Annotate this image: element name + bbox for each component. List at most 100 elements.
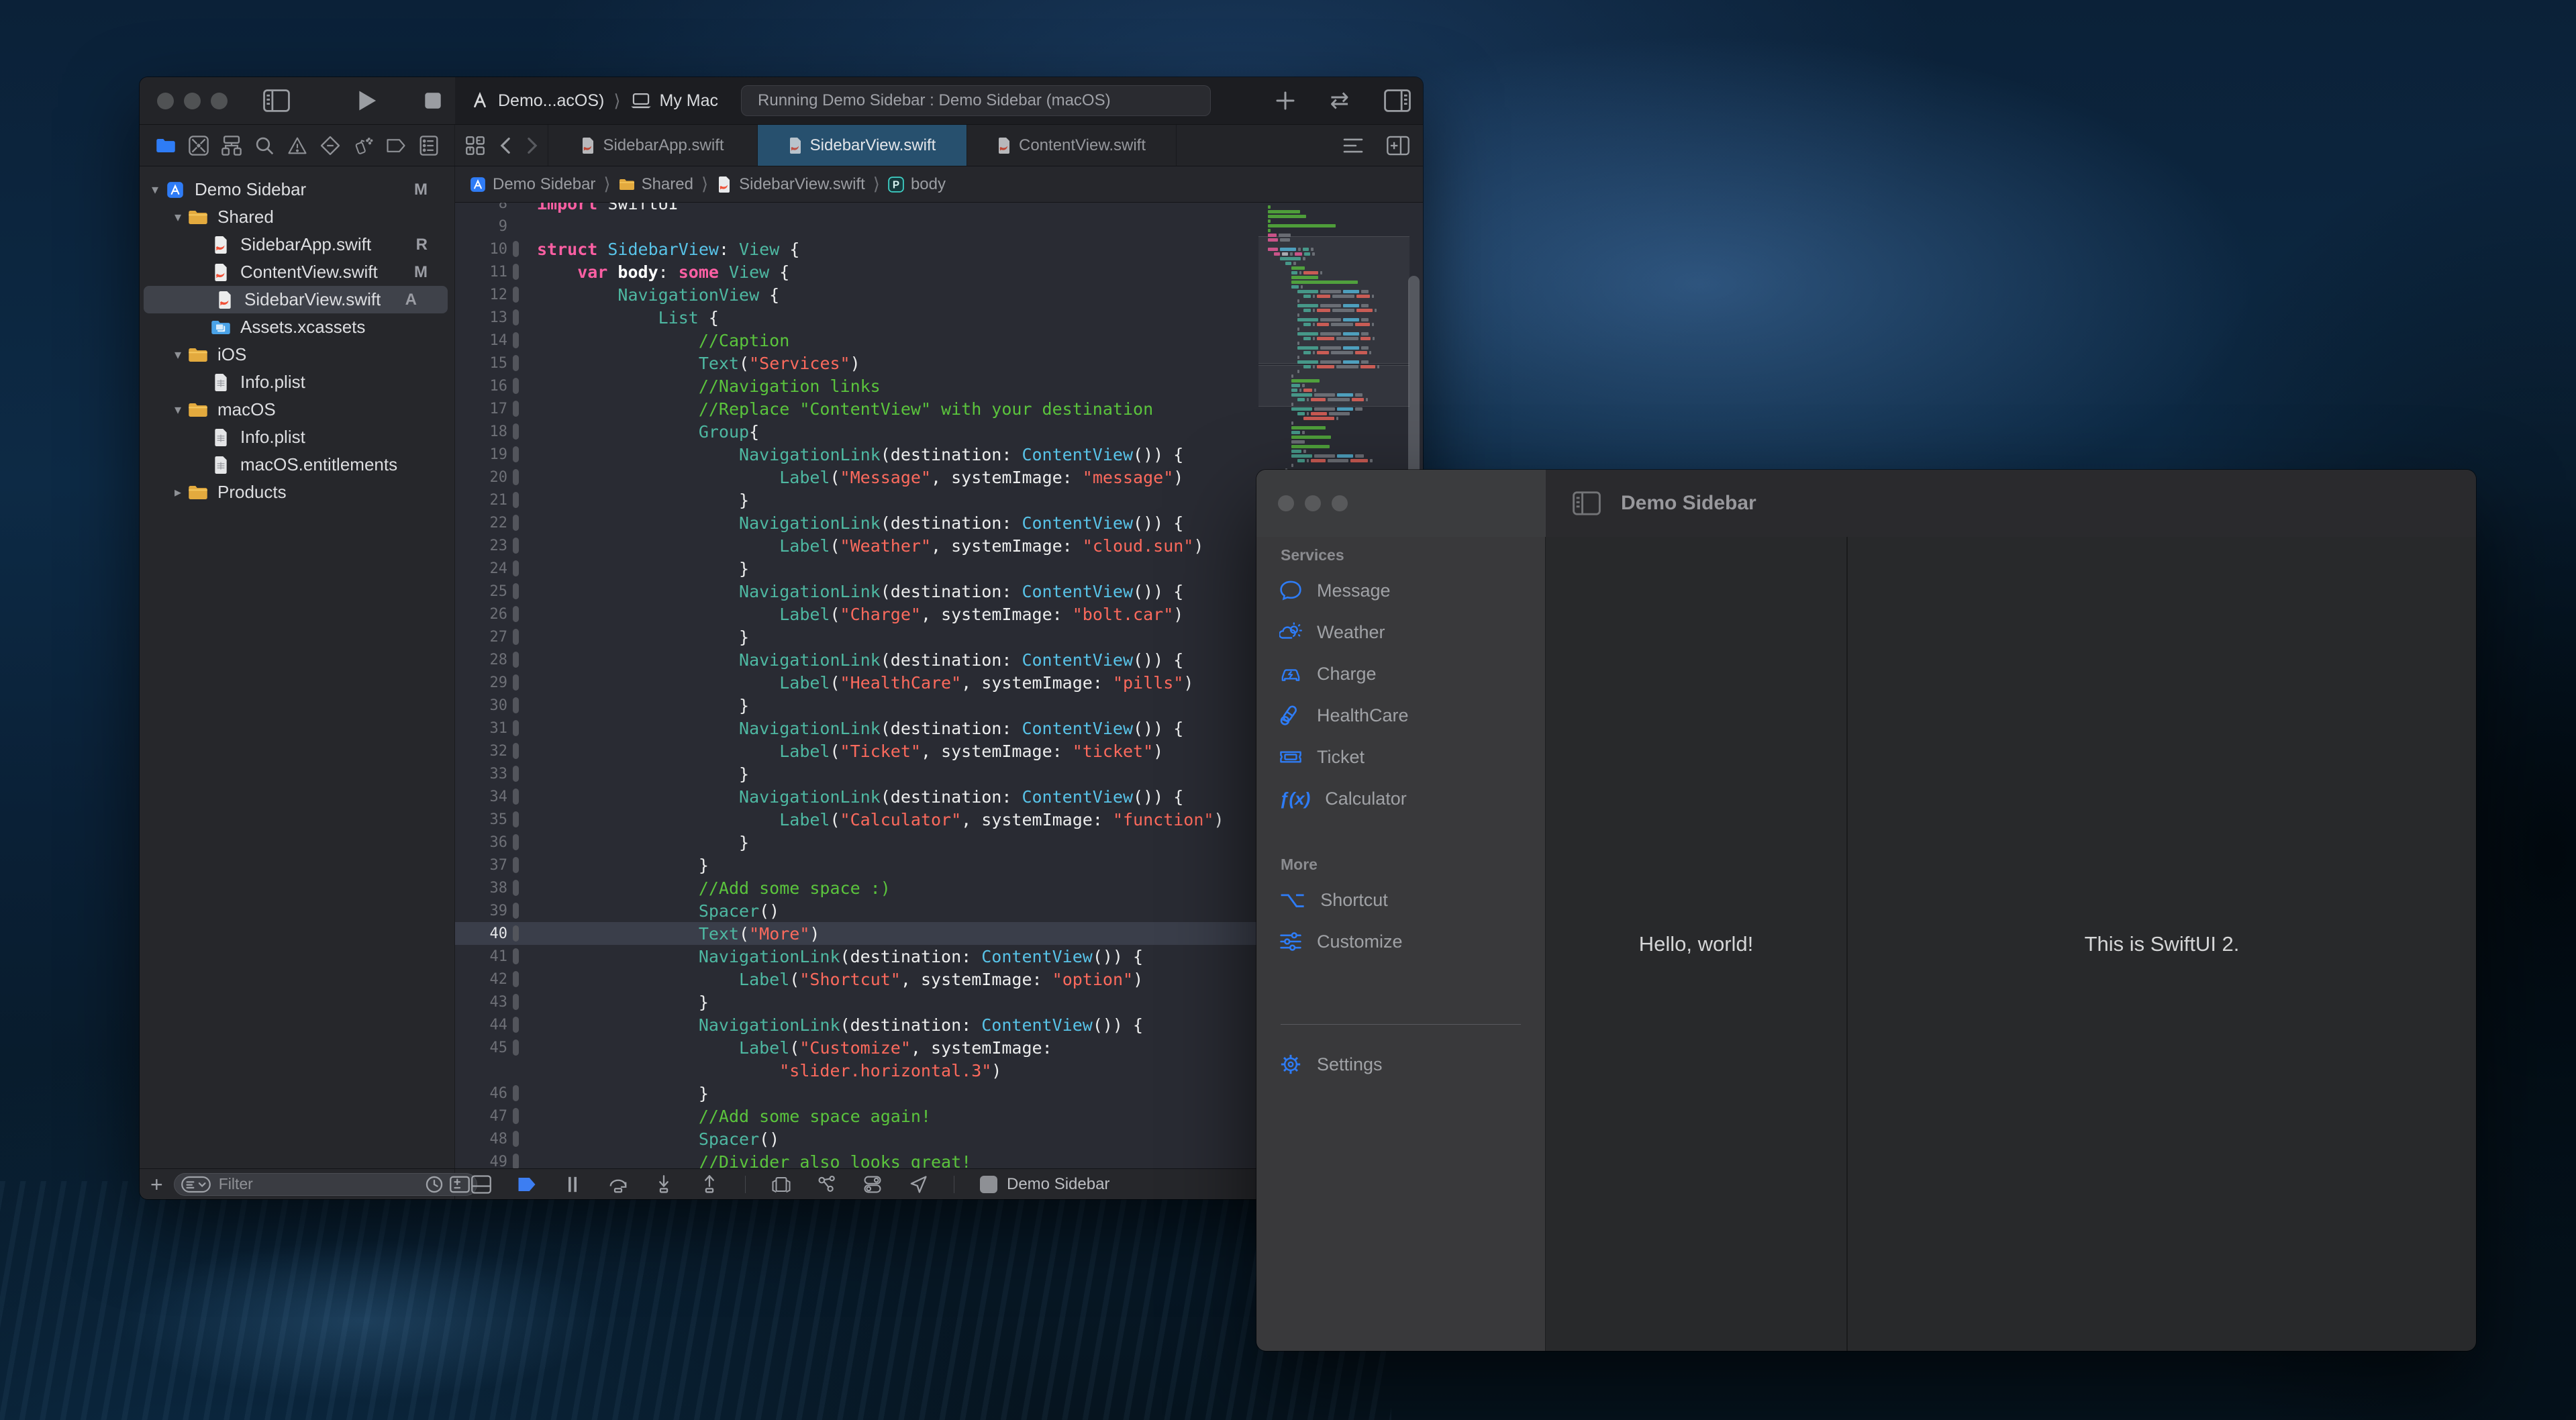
- line-number[interactable]: 26: [455, 606, 507, 623]
- line-number[interactable]: 27: [455, 629, 507, 646]
- project-navigator-icon[interactable]: [156, 136, 176, 156]
- tree-row-assets-xcassets[interactable]: Assets.xcassets: [140, 313, 454, 341]
- line-number[interactable]: 37: [455, 857, 507, 874]
- tree-row-macos-entitlements[interactable]: macOS.entitlements: [140, 451, 454, 478]
- related-items-icon[interactable]: [466, 136, 485, 155]
- line-number[interactable]: 47: [455, 1108, 507, 1125]
- line-number[interactable]: 36: [455, 834, 507, 851]
- library-add-icon[interactable]: [1275, 91, 1295, 111]
- add-editor-icon[interactable]: [1387, 136, 1409, 156]
- line-number[interactable]: 9: [455, 218, 507, 235]
- line-number[interactable]: 10: [455, 241, 507, 258]
- breadcrumb-item-demo-sidebar[interactable]: Demo Sidebar: [470, 175, 595, 194]
- step-over-icon[interactable]: [608, 1175, 628, 1194]
- tree-row-ios[interactable]: ▾iOS: [140, 341, 454, 368]
- filter-menu-icon[interactable]: [181, 1176, 211, 1193]
- line-number[interactable]: 14: [455, 332, 507, 349]
- tree-row-sidebarapp-swift[interactable]: SidebarApp.swiftR: [140, 231, 454, 258]
- line-number[interactable]: 39: [455, 903, 507, 919]
- line-number[interactable]: 11: [455, 264, 507, 281]
- line-number[interactable]: 29: [455, 674, 507, 691]
- toggle-inspector-icon[interactable]: [1384, 89, 1411, 112]
- line-number[interactable]: 38: [455, 880, 507, 897]
- simulate-location-icon[interactable]: [908, 1175, 928, 1194]
- line-number[interactable]: 24: [455, 560, 507, 577]
- disclosure-chevron-icon[interactable]: ▾: [168, 209, 188, 225]
- add-filter-icon[interactable]: +: [150, 1174, 163, 1195]
- tree-row-products[interactable]: ▸Products: [140, 478, 454, 506]
- sidebar-item-settings[interactable]: Settings: [1256, 1044, 1545, 1085]
- tree-row-info-plist[interactable]: Info.plist: [140, 423, 454, 451]
- line-number[interactable]: 33: [455, 766, 507, 782]
- tab-sidebarview-swift[interactable]: SidebarView.swift: [758, 125, 967, 166]
- code-review-icon[interactable]: ⇄: [1330, 87, 1350, 114]
- disclosure-chevron-icon[interactable]: ▾: [168, 346, 188, 363]
- line-number[interactable]: 40: [455, 925, 507, 942]
- tree-row-shared[interactable]: ▾Shared: [140, 203, 454, 231]
- memory-graph-icon[interactable]: [817, 1175, 837, 1194]
- line-number[interactable]: 15: [455, 355, 507, 372]
- test-navigator-icon[interactable]: [320, 136, 340, 156]
- line-number[interactable]: 31: [455, 720, 507, 737]
- step-into-icon[interactable]: [654, 1175, 674, 1194]
- line-number[interactable]: 45: [455, 1039, 507, 1056]
- step-out-icon[interactable]: [699, 1175, 720, 1194]
- close-button[interactable]: [1278, 495, 1294, 511]
- tree-row-demo-sidebar[interactable]: ▾Demo SidebarM: [140, 176, 454, 203]
- line-number[interactable]: 41: [455, 948, 507, 965]
- sidebar-item-customize[interactable]: Customize: [1256, 921, 1545, 962]
- running-app-indicator[interactable]: Demo Sidebar: [980, 1175, 1109, 1194]
- breadcrumb-item-sidebarview-swift[interactable]: SidebarView.swift: [716, 175, 865, 194]
- source-control-icon[interactable]: [189, 136, 209, 156]
- tree-row-contentview-swift[interactable]: ContentView.swiftM: [140, 258, 454, 286]
- sidebar-item-healthcare[interactable]: HealthCare: [1256, 695, 1545, 736]
- line-number[interactable]: 12: [455, 287, 507, 303]
- sidebar-item-ticket[interactable]: Ticket: [1256, 736, 1545, 778]
- line-number[interactable]: 48: [455, 1131, 507, 1148]
- zoom-button[interactable]: [1332, 495, 1348, 511]
- line-number[interactable]: 46: [455, 1085, 507, 1102]
- sidebar-item-calculator[interactable]: ƒ(x)Calculator: [1256, 778, 1545, 819]
- line-number[interactable]: 8: [455, 203, 507, 212]
- sidebar-item-shortcut[interactable]: ⌥Shortcut: [1256, 879, 1545, 921]
- line-number[interactable]: 42: [455, 971, 507, 988]
- sidebar-item-weather[interactable]: Weather: [1256, 611, 1545, 653]
- stop-button[interactable]: [424, 92, 442, 109]
- symbol-navigator-icon[interactable]: [221, 136, 242, 156]
- tree-row-info-plist[interactable]: Info.plist: [140, 368, 454, 396]
- line-number[interactable]: 19: [455, 446, 507, 463]
- editor-options-icon[interactable]: [1342, 137, 1364, 154]
- line-number[interactable]: 25: [455, 583, 507, 600]
- view-hierarchy-icon[interactable]: [771, 1175, 791, 1194]
- zoom-button[interactable]: [211, 93, 228, 109]
- disclosure-chevron-icon[interactable]: ▾: [145, 181, 165, 198]
- line-number[interactable]: 34: [455, 789, 507, 805]
- line-number[interactable]: 35: [455, 811, 507, 828]
- sidebar-item-message[interactable]: Message: [1256, 570, 1545, 611]
- report-navigator-icon[interactable]: [419, 136, 439, 156]
- line-number[interactable]: 32: [455, 743, 507, 760]
- line-number[interactable]: 16: [455, 378, 507, 395]
- filter-input[interactable]: [217, 1174, 419, 1194]
- line-number[interactable]: 22: [455, 515, 507, 531]
- line-number[interactable]: 20: [455, 469, 507, 486]
- activity-status[interactable]: Running Demo Sidebar : Demo Sidebar (mac…: [741, 85, 1211, 116]
- breadcrumb-item-body[interactable]: Pbody: [888, 175, 946, 194]
- sidebar-item-charge[interactable]: Charge: [1256, 653, 1545, 695]
- pause-icon[interactable]: [562, 1175, 583, 1194]
- tab-contentview-swift[interactable]: ContentView.swift: [967, 125, 1177, 166]
- tree-row-sidebarview-swift[interactable]: SidebarView.swiftA: [144, 286, 448, 313]
- breakpoint-navigator-icon[interactable]: [386, 136, 406, 156]
- environment-overrides-icon[interactable]: [862, 1175, 883, 1194]
- go-forward-icon[interactable]: [526, 137, 538, 154]
- disclosure-chevron-icon[interactable]: ▾: [168, 401, 188, 418]
- disclosure-chevron-icon[interactable]: ▸: [168, 484, 188, 501]
- tab-sidebarapp-swift[interactable]: SidebarApp.swift: [548, 125, 758, 166]
- line-number[interactable]: 17: [455, 401, 507, 417]
- minimize-button[interactable]: [184, 93, 201, 109]
- line-number[interactable]: 49: [455, 1154, 507, 1169]
- hide-debug-area-icon[interactable]: [471, 1175, 491, 1194]
- line-number[interactable]: 30: [455, 697, 507, 714]
- recent-filter-icon[interactable]: [426, 1176, 443, 1193]
- toggle-navigator-icon[interactable]: [263, 89, 290, 112]
